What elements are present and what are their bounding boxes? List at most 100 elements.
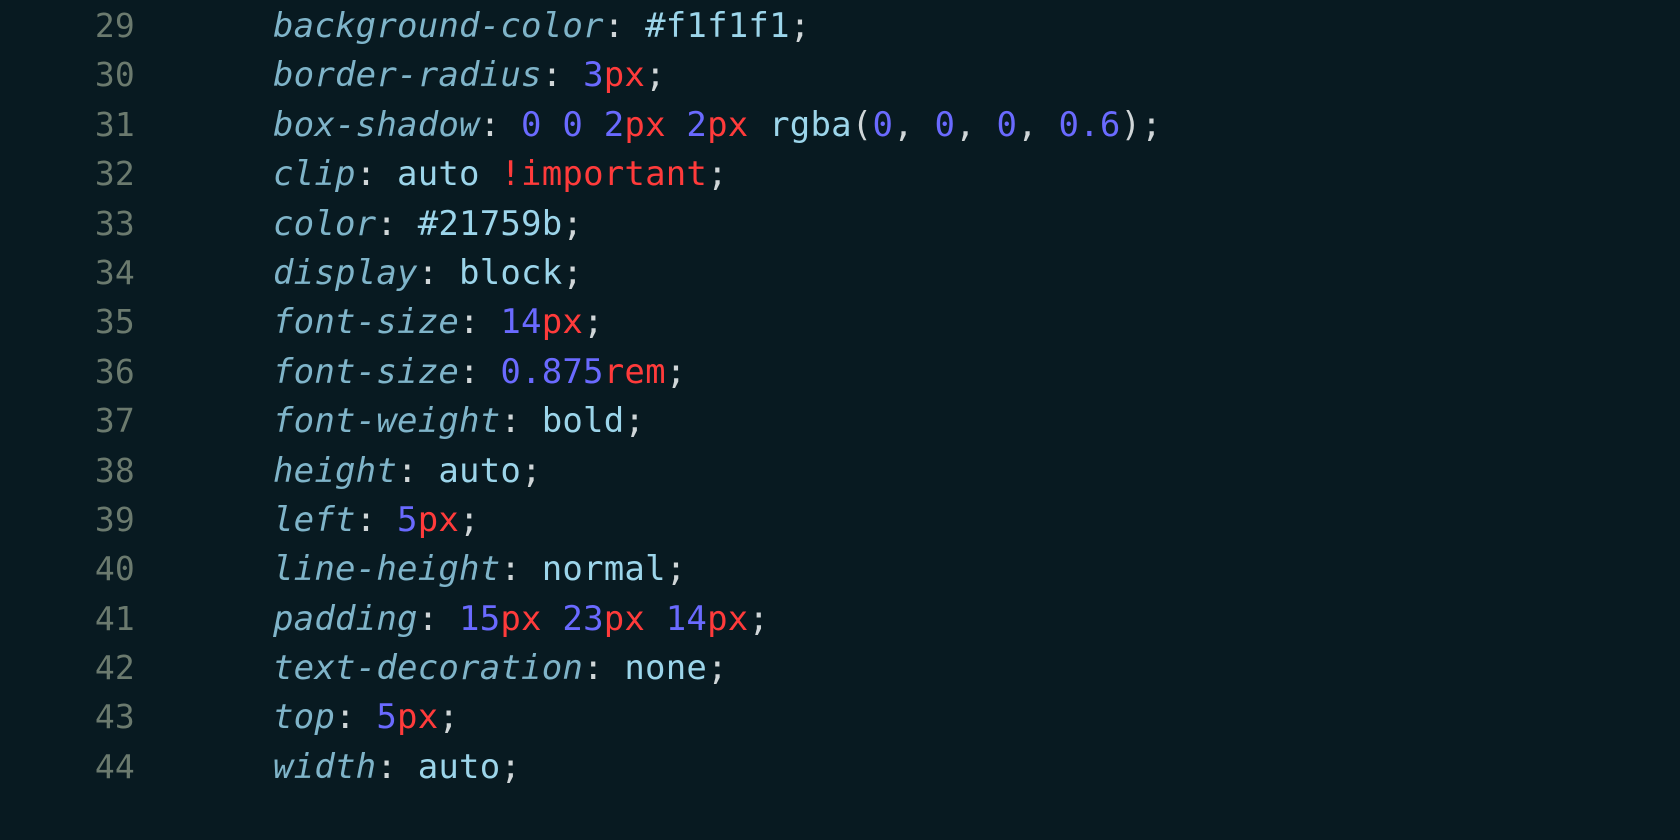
code-line[interactable]: 36font-size: 0.875rem; (0, 352, 1680, 401)
css-unit: px (624, 105, 665, 145)
css-property: top (273, 697, 335, 737)
space (748, 105, 769, 145)
line-number: 31 (0, 105, 175, 144)
punctuation: : (376, 204, 417, 244)
css-unit: px (542, 302, 583, 342)
line-number: 35 (0, 302, 175, 341)
code-content[interactable]: clip: auto !important; (175, 154, 728, 194)
css-keyword: auto (397, 154, 480, 194)
punctuation: : (542, 55, 583, 95)
space (645, 599, 666, 639)
code-line[interactable]: 34display: block; (0, 253, 1680, 302)
code-line[interactable]: 32clip: auto !important; (0, 154, 1680, 203)
code-line[interactable]: 39left: 5px; (0, 500, 1680, 549)
line-number: 39 (0, 500, 175, 539)
punctuation: : (583, 648, 624, 688)
hex-color: #f1f1f1 (645, 6, 790, 46)
code-content[interactable]: height: auto; (175, 451, 542, 491)
punctuation: ; (438, 697, 459, 737)
number-literal: 5 (397, 500, 418, 540)
code-content[interactable]: box-shadow: 0 0 2px 2px rgba(0, 0, 0, 0.… (175, 105, 1162, 145)
css-unit: px (397, 697, 438, 737)
css-unit: px (707, 599, 748, 639)
code-line[interactable]: 43top: 5px; (0, 697, 1680, 746)
css-property: border-radius (273, 55, 542, 95)
line-number: 44 (0, 747, 175, 786)
line-number: 38 (0, 451, 175, 490)
line-number: 42 (0, 648, 175, 687)
space (583, 105, 604, 145)
number-literal: 15 (459, 599, 500, 639)
css-keyword: bold (542, 401, 625, 441)
punctuation: ; (645, 55, 666, 95)
code-content[interactable]: font-size: 0.875rem; (175, 352, 686, 392)
css-property: left (273, 500, 356, 540)
css-function: rgba (769, 105, 852, 145)
punctuation: ; (1141, 105, 1162, 145)
punctuation: ; (707, 648, 728, 688)
number-literal: 0 (521, 105, 542, 145)
punctuation: , (1017, 105, 1058, 145)
code-line[interactable]: 40line-height: normal; (0, 549, 1680, 598)
important-keyword: !important (500, 154, 707, 194)
css-property: font-size (273, 302, 459, 342)
code-line[interactable]: 42text-decoration: none; (0, 648, 1680, 697)
punctuation: ; (562, 204, 583, 244)
line-number: 36 (0, 352, 175, 391)
css-property: clip (273, 154, 356, 194)
line-number: 41 (0, 599, 175, 638)
code-content[interactable]: left: 5px; (175, 500, 480, 540)
code-line[interactable]: 33color: #21759b; (0, 204, 1680, 253)
punctuation: : (418, 253, 459, 293)
punctuation: , (955, 105, 996, 145)
punctuation: ; (790, 6, 811, 46)
code-line[interactable]: 35font-size: 14px; (0, 302, 1680, 351)
code-line[interactable]: 44width: auto; (0, 747, 1680, 796)
code-line[interactable]: 29background-color: #f1f1f1; (0, 6, 1680, 55)
css-property: font-size (273, 352, 459, 392)
code-content[interactable]: top: 5px; (175, 697, 459, 737)
number-literal: 2 (604, 105, 625, 145)
punctuation: : (459, 352, 500, 392)
code-content[interactable]: line-height: normal; (175, 549, 686, 589)
css-unit: px (707, 105, 748, 145)
number-literal: 2 (686, 105, 707, 145)
css-keyword: none (624, 648, 707, 688)
code-content[interactable]: border-radius: 3px; (175, 55, 666, 95)
code-line[interactable]: 31box-shadow: 0 0 2px 2px rgba(0, 0, 0, … (0, 105, 1680, 154)
css-property: padding (273, 599, 418, 639)
number-literal: 0 (997, 105, 1018, 145)
code-content[interactable]: font-size: 14px; (175, 302, 604, 342)
punctuation: ; (583, 302, 604, 342)
line-number: 34 (0, 253, 175, 292)
punctuation: : (500, 549, 541, 589)
code-content[interactable]: width: auto; (175, 747, 521, 787)
code-content[interactable]: text-decoration: none; (175, 648, 728, 688)
line-number: 29 (0, 6, 175, 45)
code-content[interactable]: display: block; (175, 253, 583, 293)
number-literal: 0.6 (1059, 105, 1121, 145)
punctuation: : (376, 747, 417, 787)
line-number: 37 (0, 401, 175, 440)
code-line[interactable]: 38height: auto; (0, 451, 1680, 500)
number-literal: 14 (500, 302, 541, 342)
code-content[interactable]: background-color: #f1f1f1; (175, 6, 810, 46)
code-line[interactable]: 37font-weight: bold; (0, 401, 1680, 450)
css-unit: px (604, 55, 645, 95)
code-line[interactable]: 30border-radius: 3px; (0, 55, 1680, 104)
punctuation: ; (666, 352, 687, 392)
code-line[interactable]: 41padding: 15px 23px 14px; (0, 599, 1680, 648)
space (542, 599, 563, 639)
css-property: text-decoration (273, 648, 583, 688)
punctuation: : (356, 500, 397, 540)
code-content[interactable]: color: #21759b; (175, 204, 583, 244)
punctuation: : (459, 302, 500, 342)
css-property: box-shadow (273, 105, 480, 145)
css-property: line-height (273, 549, 500, 589)
css-unit: px (604, 599, 645, 639)
css-keyword: normal (542, 549, 666, 589)
number-literal: 23 (562, 599, 603, 639)
code-content[interactable]: font-weight: bold; (175, 401, 645, 441)
code-content[interactable]: padding: 15px 23px 14px; (175, 599, 769, 639)
code-editor[interactable]: 29background-color: #f1f1f1;30border-rad… (0, 0, 1680, 840)
